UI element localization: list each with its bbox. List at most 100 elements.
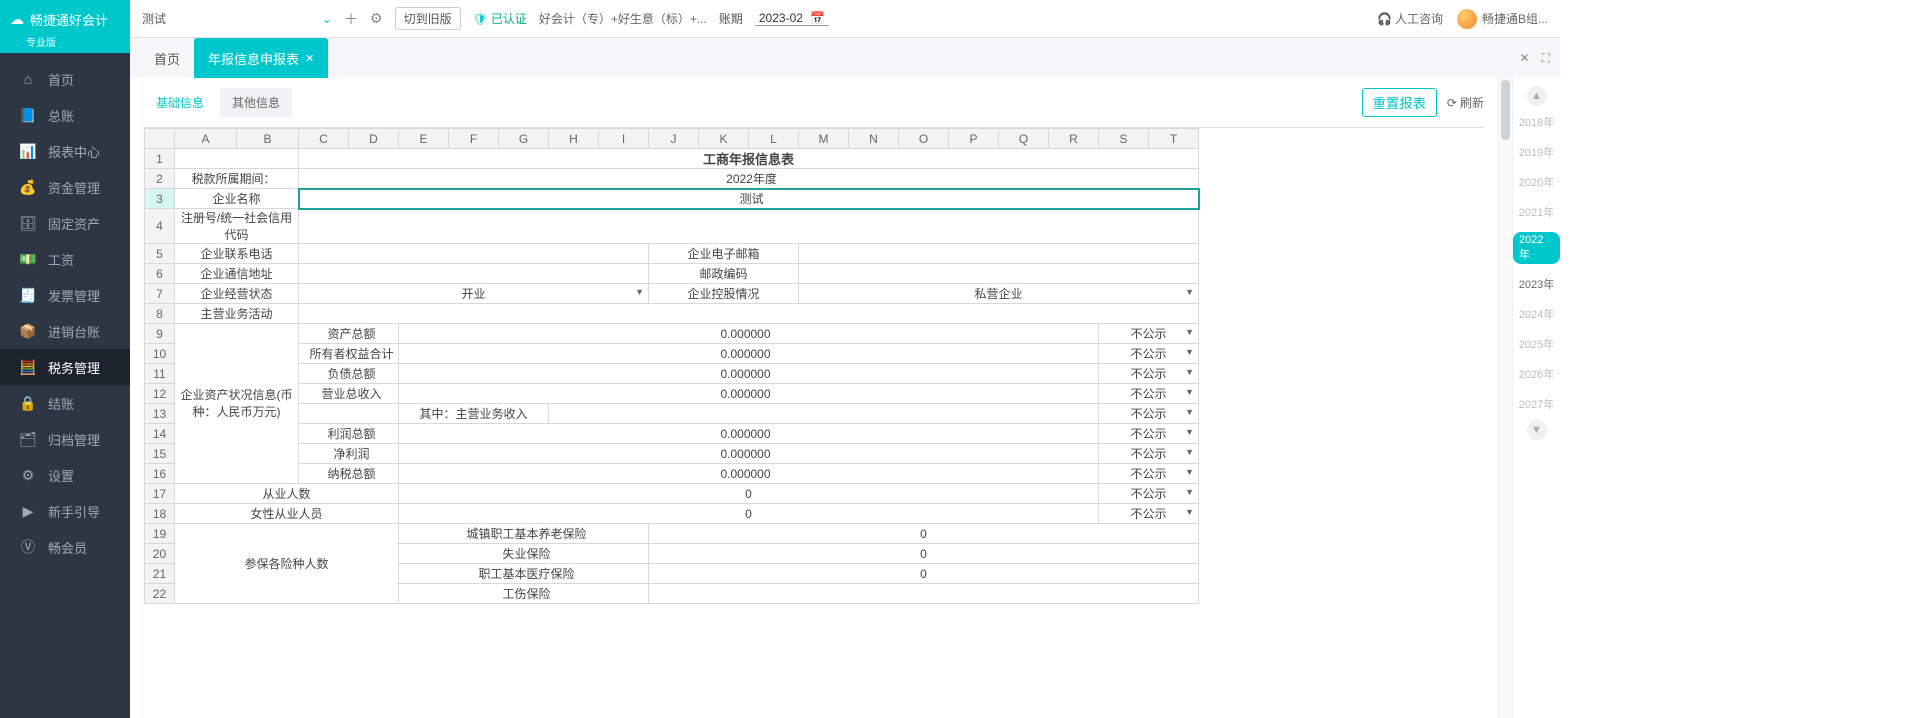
row-header[interactable]: 1	[145, 149, 175, 169]
col-header[interactable]: C	[299, 129, 349, 149]
year-item[interactable]: 2025年	[1519, 334, 1554, 354]
col-header[interactable]: L	[749, 129, 799, 149]
col-header[interactable]: T	[1149, 129, 1199, 149]
cell[interactable]: 0.000000	[399, 344, 1099, 364]
col-header[interactable]: D	[349, 129, 399, 149]
cell[interactable]	[299, 304, 1199, 324]
cell[interactable]: 工商年报信息表	[299, 149, 1199, 169]
row-header[interactable]: 8	[145, 304, 175, 324]
cell[interactable]: 0	[649, 564, 1199, 584]
cell[interactable]	[799, 244, 1199, 264]
page-tab[interactable]: 首页	[140, 38, 194, 78]
year-item[interactable]: 2021年	[1519, 202, 1554, 222]
sidebar-item-chart[interactable]: 📊报表中心	[0, 133, 130, 169]
sidebar-item-salary[interactable]: 💵工资	[0, 241, 130, 277]
row-header[interactable]: 20	[145, 544, 175, 564]
cell[interactable]: 企业控股情况	[649, 284, 799, 304]
row-header[interactable]: 9	[145, 324, 175, 344]
dropdown-cell[interactable]: 不公示▼	[1099, 464, 1199, 484]
select-all-cell[interactable]	[145, 129, 175, 149]
sub-tab[interactable]: 基础信息	[144, 88, 216, 117]
sidebar-item-home[interactable]: ⌂首页	[0, 61, 130, 97]
row-header[interactable]: 2	[145, 169, 175, 189]
dropdown-cell[interactable]: 不公示▼	[1099, 364, 1199, 384]
sidebar-item-close[interactable]: 🔒结账	[0, 385, 130, 421]
year-item[interactable]: 2018年	[1519, 112, 1554, 132]
dropdown-cell[interactable]: 开业▼	[299, 284, 649, 304]
col-header[interactable]: H	[549, 129, 599, 149]
cell[interactable]: 职工基本医疗保险	[399, 564, 649, 584]
cell[interactable]	[175, 149, 299, 169]
sidebar-item-invoice[interactable]: 🧾发票管理	[0, 277, 130, 313]
cell[interactable]: 从业人数	[175, 484, 399, 504]
col-header[interactable]: O	[899, 129, 949, 149]
dropdown-cell[interactable]: 不公示▼	[1099, 444, 1199, 464]
sidebar-item-vip[interactable]: Ⓥ畅会员	[0, 529, 130, 565]
row-header[interactable]: 15	[145, 444, 175, 464]
cell[interactable]: 企业电子邮箱	[649, 244, 799, 264]
cell[interactable]: 纳税总额	[299, 464, 399, 484]
cell[interactable]: 企业名称	[175, 189, 299, 209]
col-header[interactable]: S	[1099, 129, 1149, 149]
cell[interactable]: 资产总额	[299, 324, 399, 344]
dropdown-cell[interactable]: 不公示▼	[1099, 384, 1199, 404]
row-header[interactable]: 16	[145, 464, 175, 484]
sidebar-item-archive[interactable]: 🗂归档管理	[0, 421, 130, 457]
year-item[interactable]: 2019年	[1519, 142, 1554, 162]
cell[interactable]: 失业保险	[399, 544, 649, 564]
cell[interactable]: 城镇职工基本养老保险	[399, 524, 649, 544]
cell[interactable]: 0.000000	[399, 364, 1099, 384]
cell[interactable]: 企业通信地址	[175, 264, 299, 284]
col-header[interactable]: R	[1049, 129, 1099, 149]
dropdown-cell[interactable]: 不公示▼	[1099, 484, 1199, 504]
col-header[interactable]: P	[949, 129, 999, 149]
cell[interactable]	[799, 264, 1199, 284]
row-header[interactable]: 5	[145, 244, 175, 264]
row-header[interactable]: 19	[145, 524, 175, 544]
col-header[interactable]: E	[399, 129, 449, 149]
close-tabs-icon[interactable]: ✕	[1520, 51, 1530, 66]
year-item[interactable]: 2026年	[1519, 364, 1554, 384]
refresh-button[interactable]: ⟳ 刷新	[1447, 88, 1484, 117]
cell[interactable]: 0	[649, 544, 1199, 564]
cell[interactable]	[649, 584, 1199, 604]
col-header[interactable]: Q	[999, 129, 1049, 149]
cell[interactable]	[299, 264, 649, 284]
add-icon[interactable]: ＋	[344, 9, 358, 29]
row-header[interactable]: 13	[145, 404, 175, 424]
gear-icon[interactable]: ⚙	[370, 10, 383, 27]
cell[interactable]: 其中：主营业务收入	[399, 404, 549, 424]
cell[interactable]: 注册号/统一社会信用代码	[175, 209, 299, 244]
dropdown-cell[interactable]: 私营企业▼	[799, 284, 1199, 304]
year-item[interactable]: 2023年	[1519, 274, 1554, 294]
row-header[interactable]: 6	[145, 264, 175, 284]
col-header[interactable]: A	[175, 129, 237, 149]
row-header[interactable]: 7	[145, 284, 175, 304]
cell[interactable]: 所有者权益合计	[299, 344, 399, 364]
cell[interactable]: 参保各险种人数	[175, 524, 399, 604]
cell[interactable]: 0	[649, 524, 1199, 544]
sidebar-item-funds[interactable]: 💰资金管理	[0, 169, 130, 205]
row-header[interactable]: 3	[145, 189, 175, 209]
cell[interactable]: 主营业务活动	[175, 304, 299, 324]
row-header[interactable]: 21	[145, 564, 175, 584]
vertical-scrollbar[interactable]	[1498, 78, 1512, 718]
dropdown-cell[interactable]: 不公示▼	[1099, 424, 1199, 444]
sidebar-item-tax[interactable]: 🧮税务管理	[0, 349, 130, 385]
row-header[interactable]: 11	[145, 364, 175, 384]
sidebar-item-ledger[interactable]: 📘总账	[0, 97, 130, 133]
reset-report-button[interactable]: 重置报表	[1362, 88, 1437, 117]
cell[interactable]: 企业资产状况信息(币种：人民币万元)	[175, 324, 299, 484]
row-header[interactable]: 22	[145, 584, 175, 604]
cell[interactable]: 企业经营状态	[175, 284, 299, 304]
row-header[interactable]: 12	[145, 384, 175, 404]
expand-icon[interactable]: ⛶	[1542, 51, 1550, 66]
cell[interactable]: 企业联系电话	[175, 244, 299, 264]
period-selector[interactable]: 2023-02 📅	[755, 11, 829, 26]
cell[interactable]: 负债总额	[299, 364, 399, 384]
cell[interactable]	[299, 404, 399, 424]
col-header[interactable]: B	[237, 129, 299, 149]
cell[interactable]: 工伤保险	[399, 584, 649, 604]
row-header[interactable]: 18	[145, 504, 175, 524]
year-scroll-up[interactable]: ▲	[1527, 86, 1547, 106]
